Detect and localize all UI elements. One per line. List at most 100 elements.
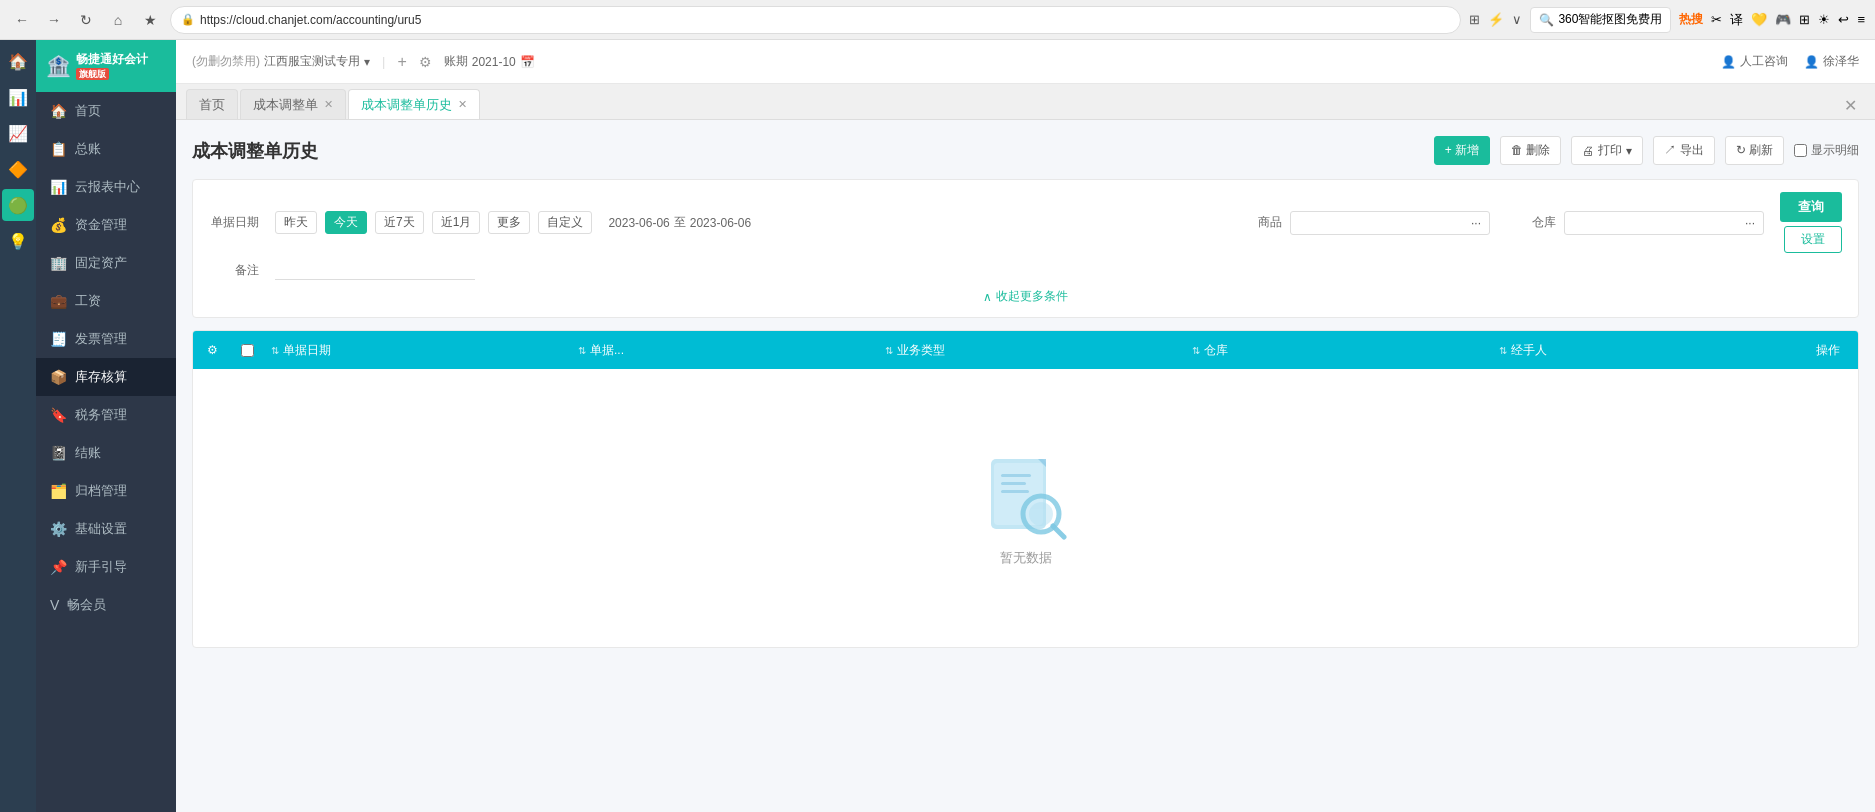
tab-cost-adjust-label: 成本调整单 <box>253 96 318 114</box>
company-selector[interactable]: (勿删勿禁用) 江西服宝测试专用 ▾ <box>192 53 370 70</box>
sidebar-item-reports[interactable]: 📊 云报表中心 <box>36 168 176 206</box>
sidebar-item-ledger[interactable]: 📋 总账 <box>36 130 176 168</box>
page-header: 成本调整单历史 + 新增 🗑 删除 🖨 打印 ▾ ↗ 导出 ↻ 刷新 显示明细 <box>192 136 1859 165</box>
settings-nav-icon: ⚙️ <box>50 521 67 537</box>
sidebar-item-settings[interactable]: ⚙️ 基础设置 <box>36 510 176 548</box>
shortcut-7days[interactable]: 近7天 <box>375 211 424 234</box>
svg-rect-4 <box>1001 490 1029 493</box>
icon-sidebar-item-5[interactable]: 💡 <box>2 225 34 257</box>
tab-cost-adjust-close[interactable]: ✕ <box>324 98 333 111</box>
sidebar-item-guide[interactable]: 📌 新手引导 <box>36 548 176 586</box>
icon-sidebar-item-0[interactable]: 🏠 <box>2 45 34 77</box>
sidebar-item-tax[interactable]: 🔖 税务管理 <box>36 396 176 434</box>
toolbar-actions: + 新增 🗑 删除 🖨 打印 ▾ ↗ 导出 ↻ 刷新 显示明细 <box>1434 136 1859 165</box>
delete-button[interactable]: 🗑 删除 <box>1500 136 1561 165</box>
browser-chrome: ← → ↻ ⌂ ★ 🔒 https://cloud.chanjet.com/ac… <box>0 0 1875 40</box>
tab-home[interactable]: 首页 <box>186 89 238 119</box>
filter-row-remark: 备注 <box>209 261 1842 280</box>
collapse-label: 收起更多条件 <box>996 288 1068 305</box>
home-button[interactable]: ⌂ <box>106 8 130 32</box>
refresh-button[interactable]: ↻ 刷新 <box>1725 136 1784 165</box>
calendar-icon: 📅 <box>520 55 535 69</box>
th-checkbox[interactable] <box>231 344 263 357</box>
sidebar-item-archive[interactable]: 🗂️ 归档管理 <box>36 472 176 510</box>
th-doc[interactable]: ⇅ 单据... <box>570 342 877 359</box>
user-avatar-icon: 👤 <box>1804 55 1819 69</box>
sidebar-item-close[interactable]: 📓 结账 <box>36 434 176 472</box>
new-button[interactable]: + 新增 <box>1434 136 1490 165</box>
address-bar[interactable]: 🔒 https://cloud.chanjet.com/accounting/u… <box>170 6 1461 34</box>
empty-state: 暂无数据 <box>193 369 1858 647</box>
chevron-down-icon: ∨ <box>1512 12 1522 27</box>
browser-right-icons: ⊞ ⚡ ∨ <box>1469 12 1522 27</box>
sidebar-item-assets[interactable]: 🏢 固定资产 <box>36 244 176 282</box>
shortcut-today[interactable]: 今天 <box>325 211 367 234</box>
shortcut-more[interactable]: 更多 <box>488 211 530 234</box>
tab-cost-adjust-history-close[interactable]: ✕ <box>458 98 467 111</box>
tab-home-label: 首页 <box>199 96 225 114</box>
archive-nav-label: 归档管理 <box>75 482 127 500</box>
print-dropdown-icon: ▾ <box>1626 144 1632 158</box>
sidebar-item-vip[interactable]: V 畅会员 <box>36 586 176 624</box>
ledger-nav-label: 总账 <box>75 140 101 158</box>
icon-sidebar-item-2[interactable]: 📈 <box>2 117 34 149</box>
star-button[interactable]: ★ <box>138 8 162 32</box>
hot-search-label: 热搜 <box>1679 11 1703 28</box>
icon-sidebar-item-1[interactable]: 📊 <box>2 81 34 113</box>
app-container: 🏠 📊 📈 🔶 🟢 💡 🏦 畅捷通好会计 旗舰版 🏠 首页 📋 总账 <box>0 40 1875 812</box>
tab-cost-adjust[interactable]: 成本调整单 ✕ <box>240 89 346 119</box>
icon-sidebar-item-3[interactable]: 🔶 <box>2 153 34 185</box>
th-type[interactable]: ⇅ 业务类型 <box>877 342 1184 359</box>
th-warehouse[interactable]: ⇅ 仓库 <box>1184 342 1491 359</box>
collapse-button[interactable]: ∧ 收起更多条件 <box>983 288 1068 305</box>
tax-nav-label: 税务管理 <box>75 406 127 424</box>
th-handler[interactable]: ⇅ 经手人 <box>1491 342 1798 359</box>
set-button[interactable]: 设置 <box>1784 226 1842 253</box>
forward-button[interactable]: → <box>42 8 66 32</box>
shortcut-1month[interactable]: 近1月 <box>432 211 481 234</box>
export-button[interactable]: ↗ 导出 <box>1653 136 1714 165</box>
date-separator: 至 <box>674 214 686 231</box>
settings-tab-button[interactable]: ⚙ <box>419 54 432 70</box>
tax-nav-icon: 🔖 <box>50 407 67 423</box>
refresh-button[interactable]: ↻ <box>74 8 98 32</box>
th-date[interactable]: ⇅ 单据日期 <box>263 342 570 359</box>
icon-sidebar-item-4[interactable]: 🟢 <box>2 189 34 221</box>
shortcut-custom[interactable]: 自定义 <box>538 211 592 234</box>
sidebar-item-invoice[interactable]: 🧾 发票管理 <box>36 320 176 358</box>
main-sidebar: 🏦 畅捷通好会计 旗舰版 🏠 首页 📋 总账 📊 云报表中心 💰 资金管理 <box>36 40 176 812</box>
date-from: 2023-06-06 <box>608 216 669 230</box>
show-detail-checkbox[interactable] <box>1794 144 1807 157</box>
print-icon: 🖨 <box>1582 144 1594 158</box>
url-text: https://cloud.chanjet.com/accounting/uru… <box>200 13 421 27</box>
add-tab-button[interactable]: + <box>397 53 406 71</box>
salary-nav-label: 工资 <box>75 292 101 310</box>
remark-filter-label: 备注 <box>209 262 259 279</box>
sidebar-item-home[interactable]: 🏠 首页 <box>36 92 176 130</box>
inventory-nav-icon: 📦 <box>50 369 67 385</box>
sidebar-item-salary[interactable]: 💼 工资 <box>36 282 176 320</box>
tab-bar: 首页 成本调整单 ✕ 成本调整单历史 ✕ ✕ <box>176 84 1875 120</box>
print-button[interactable]: 🖨 打印 ▾ <box>1571 136 1643 165</box>
menu-icon: ≡ <box>1857 12 1865 27</box>
scissors-icon: ✂ <box>1711 12 1722 27</box>
browser-search-bar[interactable]: 🔍 360智能抠图免费用 <box>1530 7 1671 33</box>
tab-cost-adjust-history[interactable]: 成本调整单历史 ✕ <box>348 89 480 119</box>
remark-input[interactable] <box>275 261 475 280</box>
user-name-text: 徐泽华 <box>1823 53 1859 70</box>
back-button[interactable]: ← <box>10 8 34 32</box>
sidebar-item-fund[interactable]: 💰 资金管理 <box>36 206 176 244</box>
th-gear[interactable]: ⚙ <box>193 343 231 357</box>
sidebar-item-inventory[interactable]: 📦 库存核算 <box>36 358 176 396</box>
query-button[interactable]: 查询 <box>1780 192 1842 222</box>
shortcut-yesterday[interactable]: 昨天 <box>275 211 317 234</box>
close-nav-label: 结账 <box>75 444 101 462</box>
user-service[interactable]: 👤 人工咨询 <box>1721 53 1788 70</box>
svg-rect-3 <box>1001 482 1026 485</box>
page-close-button[interactable]: ✕ <box>1836 92 1865 119</box>
select-all-checkbox[interactable] <box>241 344 254 357</box>
warehouse-dropdown[interactable]: ··· <box>1564 211 1764 235</box>
user-name[interactable]: 👤 徐泽华 <box>1804 53 1859 70</box>
goods-dropdown[interactable]: ··· <box>1290 211 1490 235</box>
page-body: 成本调整单历史 + 新增 🗑 删除 🖨 打印 ▾ ↗ 导出 ↻ 刷新 显示明细 <box>176 120 1875 812</box>
